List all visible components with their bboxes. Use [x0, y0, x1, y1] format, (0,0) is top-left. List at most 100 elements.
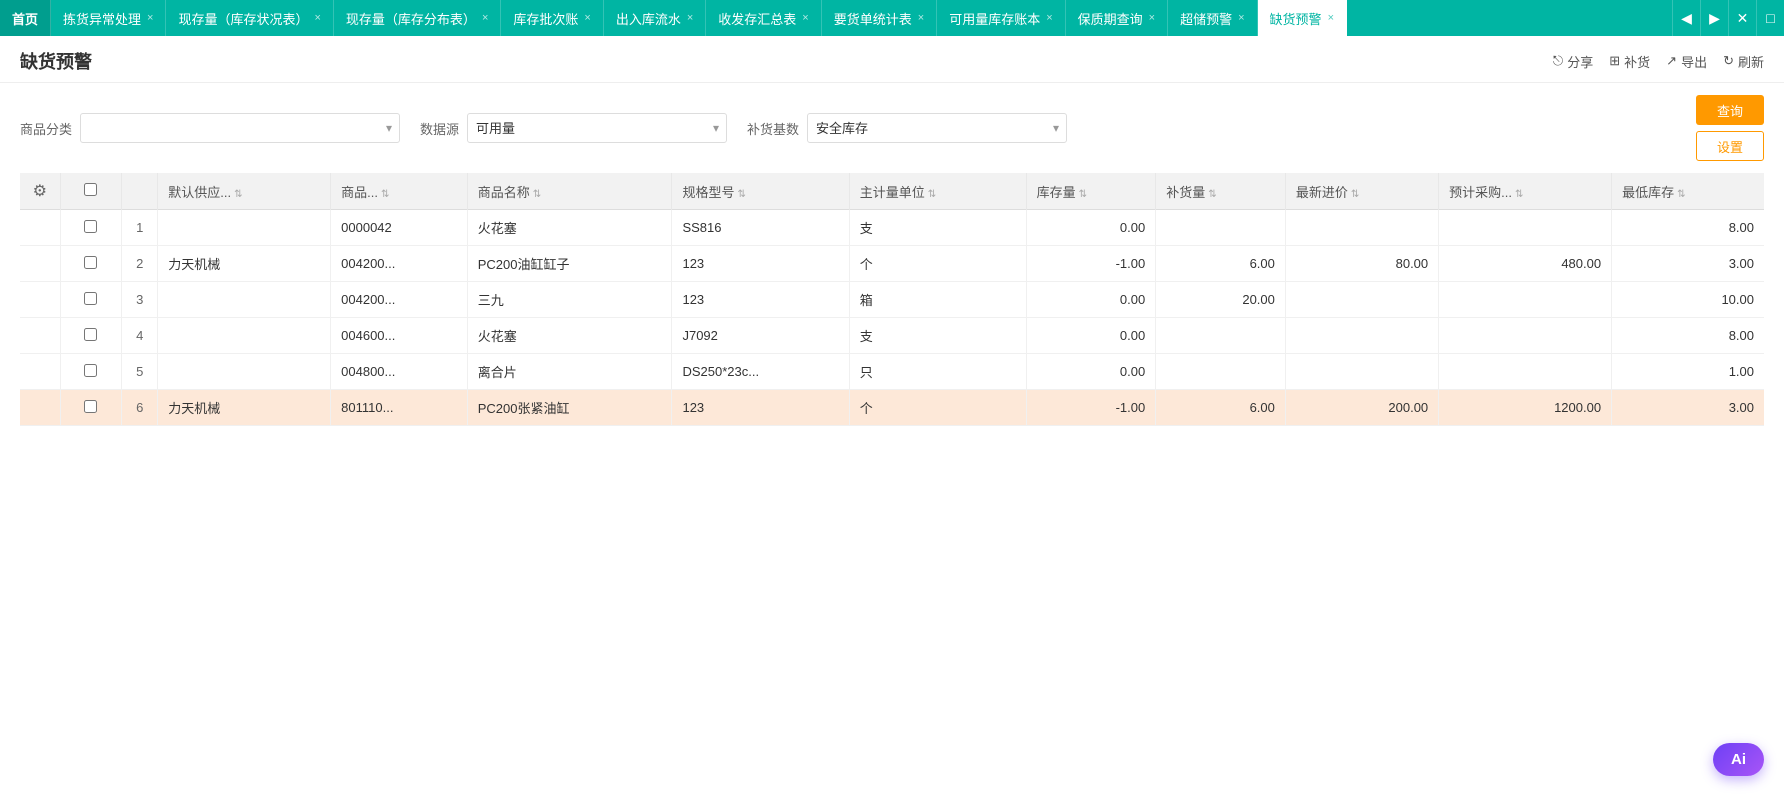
th-estimated[interactable]: 预计采购...⇅: [1439, 173, 1612, 210]
row-stock-0: 0.00: [1026, 210, 1156, 246]
table-row: 4 004600... 火花塞 J7092 支 0.00 8.00: [20, 318, 1764, 354]
nav-tab-5[interactable]: 出入库流水 ×: [604, 0, 706, 36]
th-latest-price[interactable]: 最新进价⇅: [1285, 173, 1438, 210]
row-min-stock-5: 3.00: [1612, 390, 1764, 426]
nav-tab-6[interactable]: 收发存汇总表 ×: [706, 0, 821, 36]
close-tab-7[interactable]: ×: [918, 12, 924, 24]
category-select[interactable]: [80, 113, 400, 143]
row-latest-price-5: 200.00: [1285, 390, 1438, 426]
th-replenish[interactable]: 补货量⇅: [1156, 173, 1286, 210]
row-spec-4: DS250*23c...: [672, 354, 849, 390]
row-spec-0: SS816: [672, 210, 849, 246]
row-spec-5: 123: [672, 390, 849, 426]
row-unit-0: 支: [849, 210, 1026, 246]
share-button[interactable]: ⎋ 分享: [1553, 52, 1593, 71]
row-checkbox-1[interactable]: [84, 256, 97, 269]
nav-close-button[interactable]: ✕: [1728, 0, 1756, 36]
th-name[interactable]: 商品名称⇅: [467, 173, 672, 210]
category-filter-group: 商品分类 ▾: [20, 113, 400, 143]
row-checkbox-cell[interactable]: [60, 354, 122, 390]
row-checkbox-4[interactable]: [84, 364, 97, 377]
export-button[interactable]: ↗ 导出: [1666, 52, 1707, 71]
nav-prev-button[interactable]: ◀: [1672, 0, 1700, 36]
th-unit[interactable]: 主计量单位⇅: [849, 173, 1026, 210]
close-tab-10[interactable]: ×: [1238, 12, 1244, 24]
row-name-5: PC200张紧油缸: [467, 390, 672, 426]
supplier-sort-icon: ⇅: [234, 189, 242, 200]
row-checkbox-0[interactable]: [84, 220, 97, 233]
close-tab-1[interactable]: ×: [147, 12, 153, 24]
row-estimated-4: [1439, 354, 1612, 390]
nav-tab-10[interactable]: 超储预警 ×: [1168, 0, 1257, 36]
replenish-select[interactable]: 安全库存 最低库存: [807, 113, 1067, 143]
top-navigation: 首页 拣货异常处理 × 现存量（库存状况表） × 现存量（库存分布表） × 库存…: [0, 0, 1784, 36]
nav-fullscreen-button[interactable]: □: [1756, 0, 1784, 36]
query-button[interactable]: 查询: [1696, 95, 1764, 125]
nav-next-button[interactable]: ▶: [1700, 0, 1728, 36]
close-tab-6[interactable]: ×: [802, 12, 808, 24]
th-code[interactable]: 商品...⇅: [331, 173, 468, 210]
datasource-select[interactable]: 可用量 库存量: [467, 113, 727, 143]
nav-tab-9[interactable]: 保质期查询 ×: [1066, 0, 1168, 36]
th-min-stock[interactable]: 最低库存⇅: [1612, 173, 1764, 210]
close-tab-2[interactable]: ×: [314, 12, 320, 24]
close-tab-9[interactable]: ×: [1149, 12, 1155, 24]
row-unit-1: 个: [849, 246, 1026, 282]
nav-tab-11[interactable]: 缺货预警 ×: [1258, 0, 1347, 36]
th-spec[interactable]: 规格型号⇅: [672, 173, 849, 210]
row-settings-cell: [20, 210, 60, 246]
replenish-button[interactable]: ⊞ 补货: [1609, 52, 1650, 71]
th-settings[interactable]: ⚙: [20, 173, 60, 210]
row-checkbox-cell[interactable]: [60, 246, 122, 282]
row-replenish-3: [1156, 318, 1286, 354]
row-min-stock-0: 8.00: [1612, 210, 1764, 246]
th-stock[interactable]: 库存量⇅: [1026, 173, 1156, 210]
th-supplier[interactable]: 默认供应...⇅: [158, 173, 331, 210]
row-replenish-2: 20.00: [1156, 282, 1286, 318]
close-tab-11[interactable]: ×: [1328, 12, 1334, 24]
nav-tab-8[interactable]: 可用量库存账本 ×: [937, 0, 1065, 36]
close-tab-8[interactable]: ×: [1046, 12, 1052, 24]
row-code-5: 801110...: [331, 390, 468, 426]
row-checkbox-cell[interactable]: [60, 210, 122, 246]
row-name-4: 离合片: [467, 354, 672, 390]
close-tab-4[interactable]: ×: [584, 12, 590, 24]
nav-tab-home[interactable]: 首页: [0, 0, 51, 36]
row-checkbox-cell[interactable]: [60, 390, 122, 426]
row-latest-price-2: [1285, 282, 1438, 318]
nav-tab-3[interactable]: 现存量（库存分布表） ×: [334, 0, 501, 36]
nav-tab-7[interactable]: 要货单统计表 ×: [822, 0, 937, 36]
replenish-label: 补货基数: [747, 119, 799, 138]
row-settings-cell: [20, 390, 60, 426]
th-num: [122, 173, 158, 210]
column-settings-icon[interactable]: ⚙: [33, 183, 47, 200]
row-checkbox-3[interactable]: [84, 328, 97, 341]
close-tab-3[interactable]: ×: [482, 12, 488, 24]
table-row: 1 0000042 火花塞 SS816 支 0.00 8.00: [20, 210, 1764, 246]
select-all-checkbox[interactable]: [84, 183, 97, 196]
page-header: 缺货预警 ⎋ 分享 ⊞ 补货 ↗ 导出 ↻ 刷新: [0, 36, 1784, 83]
row-replenish-0: [1156, 210, 1286, 246]
close-tab-5[interactable]: ×: [687, 12, 693, 24]
replenish-sort-icon: ⇅: [1208, 189, 1216, 200]
refresh-button[interactable]: ↻ 刷新: [1723, 52, 1764, 71]
row-estimated-2: [1439, 282, 1612, 318]
row-checkbox-cell[interactable]: [60, 318, 122, 354]
row-num-1: 2: [122, 246, 158, 282]
ai-button[interactable]: Ai: [1713, 743, 1764, 776]
row-latest-price-4: [1285, 354, 1438, 390]
th-checkbox[interactable]: [60, 173, 122, 210]
row-replenish-5: 6.00: [1156, 390, 1286, 426]
nav-arrows: ◀ ▶ ✕ □: [1672, 0, 1784, 36]
nav-tab-1[interactable]: 拣货异常处理 ×: [51, 0, 166, 36]
settings-button[interactable]: 设置: [1696, 131, 1764, 161]
row-supplier-4: [158, 354, 331, 390]
row-checkbox-cell[interactable]: [60, 282, 122, 318]
estimated-sort-icon: ⇅: [1515, 189, 1523, 200]
row-checkbox-5[interactable]: [84, 400, 97, 413]
row-estimated-0: [1439, 210, 1612, 246]
row-checkbox-2[interactable]: [84, 292, 97, 305]
nav-tab-4[interactable]: 库存批次账 ×: [501, 0, 603, 36]
category-select-wrapper: ▾: [80, 113, 400, 143]
nav-tab-2[interactable]: 现存量（库存状况表） ×: [166, 0, 333, 36]
